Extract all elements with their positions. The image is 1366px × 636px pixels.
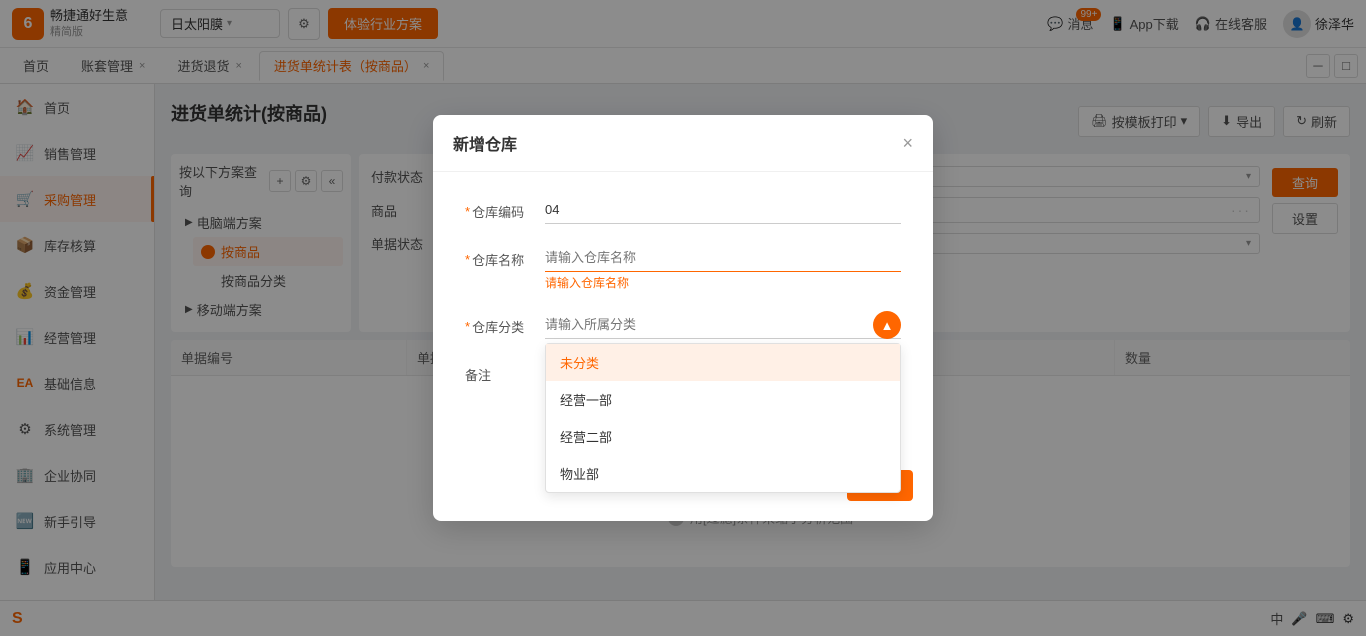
name-error-message: 请输入仓库名称 bbox=[545, 274, 901, 291]
dropdown-option-property[interactable]: 物业部 bbox=[546, 455, 900, 492]
required-mark-name: * bbox=[465, 252, 470, 267]
form-row-name: * 仓库名称 请输入仓库名称 bbox=[465, 244, 901, 291]
warehouse-category-input[interactable] bbox=[545, 311, 901, 339]
form-row-code: * 仓库编码 bbox=[465, 196, 901, 224]
dropdown-option-ops2[interactable]: 经营二部 bbox=[546, 418, 900, 455]
warehouse-code-input[interactable] bbox=[545, 196, 901, 224]
form-row-category: * 仓库分类 ▲ 未分类 经营一部 经营二部 物业部 bbox=[465, 311, 901, 339]
name-control: 请输入仓库名称 bbox=[545, 244, 901, 291]
category-dropdown-arrow[interactable]: ▲ bbox=[873, 311, 901, 339]
modal-body: * 仓库编码 * 仓库名称 请输入仓库名称 * 仓库分类 bbox=[433, 172, 933, 458]
category-dropdown-wrapper: ▲ 未分类 经营一部 经营二部 物业部 bbox=[545, 311, 901, 339]
category-label-text: 仓库分类 bbox=[472, 317, 524, 336]
category-control: ▲ 未分类 经营一部 经营二部 物业部 bbox=[545, 311, 901, 339]
category-dropdown-menu: 未分类 经营一部 经营二部 物业部 bbox=[545, 343, 901, 493]
required-mark-code: * bbox=[465, 204, 470, 219]
category-label: * 仓库分类 bbox=[465, 311, 545, 336]
dropdown-option-uncat[interactable]: 未分类 bbox=[546, 344, 900, 381]
modal-close-button[interactable]: × bbox=[902, 133, 913, 154]
warehouse-name-input[interactable] bbox=[545, 244, 901, 272]
dropdown-option-ops1[interactable]: 经营一部 bbox=[546, 381, 900, 418]
code-label: * 仓库编码 bbox=[465, 196, 545, 221]
notes-label: 备注 bbox=[465, 359, 545, 384]
modal-title: 新增仓库 bbox=[453, 131, 517, 155]
code-label-text: 仓库编码 bbox=[472, 202, 524, 221]
notes-label-text: 备注 bbox=[465, 365, 491, 384]
modal-new-warehouse: 新增仓库 × * 仓库编码 * 仓库名称 请输入仓库名称 bbox=[433, 115, 933, 521]
modal-header: 新增仓库 × bbox=[433, 115, 933, 172]
name-label-text: 仓库名称 bbox=[472, 250, 524, 269]
name-label: * 仓库名称 bbox=[465, 244, 545, 269]
required-mark-category: * bbox=[465, 319, 470, 334]
code-control bbox=[545, 196, 901, 224]
